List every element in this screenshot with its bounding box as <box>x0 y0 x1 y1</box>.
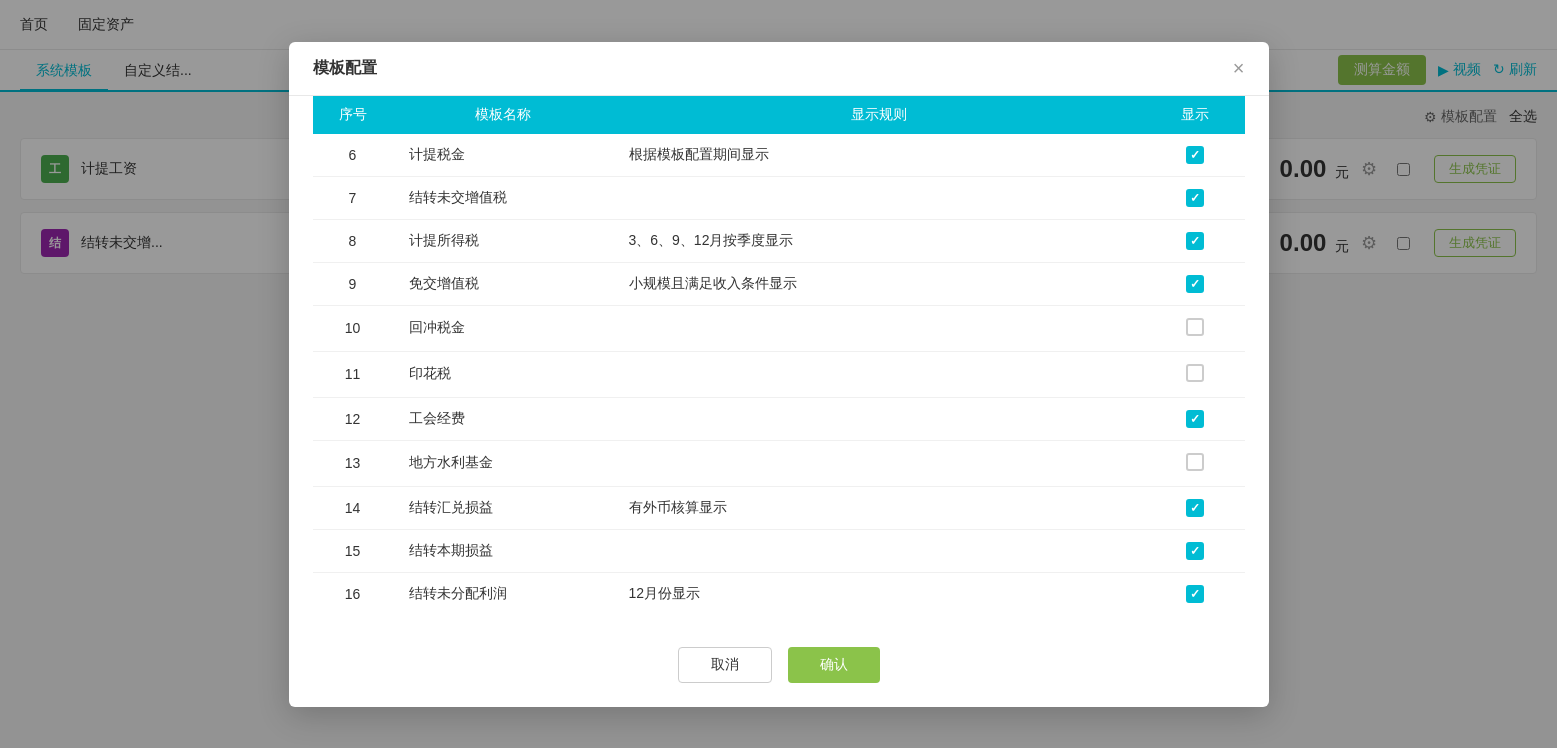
table-header: 序号 模板名称 显示规则 显示 <box>313 96 1245 134</box>
display-checkbox[interactable] <box>1186 146 1204 164</box>
row-rule <box>613 397 1145 440</box>
row-name: 结转汇兑损益 <box>393 486 613 529</box>
display-checkbox[interactable] <box>1186 275 1204 293</box>
row-name: 地方水利基金 <box>393 440 613 486</box>
row-name: 印花税 <box>393 351 613 397</box>
row-rule: 根据模板配置期间显示 <box>613 134 1145 177</box>
row-index: 13 <box>313 440 393 486</box>
row-index: 11 <box>313 351 393 397</box>
table-row: 16结转未分配利润12月份显示 <box>313 572 1245 615</box>
modal-header: 模板配置 × <box>289 42 1269 96</box>
display-checkbox[interactable] <box>1186 410 1204 428</box>
display-checkbox[interactable] <box>1186 453 1204 471</box>
cancel-button[interactable]: 取消 <box>678 647 772 683</box>
row-display <box>1145 351 1245 397</box>
row-display <box>1145 486 1245 529</box>
table-row: 15结转本期损益 <box>313 529 1245 572</box>
display-checkbox[interactable] <box>1186 542 1204 560</box>
table-row: 8计提所得税3、6、9、12月按季度显示 <box>313 219 1245 262</box>
display-checkbox[interactable] <box>1186 499 1204 517</box>
row-index: 7 <box>313 176 393 219</box>
row-name: 免交增值税 <box>393 262 613 305</box>
display-checkbox[interactable] <box>1186 232 1204 250</box>
row-display <box>1145 572 1245 615</box>
row-rule <box>613 305 1145 351</box>
row-display <box>1145 134 1245 177</box>
display-checkbox[interactable] <box>1186 585 1204 603</box>
modal-close-button[interactable]: × <box>1233 58 1245 78</box>
row-name: 回冲税金 <box>393 305 613 351</box>
table-row: 9免交增值税小规模且满足收入条件显示 <box>313 262 1245 305</box>
table-row: 13地方水利基金 <box>313 440 1245 486</box>
row-rule: 小规模且满足收入条件显示 <box>613 262 1145 305</box>
table-row: 11印花税 <box>313 351 1245 397</box>
row-display <box>1145 176 1245 219</box>
table-row: 7结转未交增值税 <box>313 176 1245 219</box>
table-row: 12工会经费 <box>313 397 1245 440</box>
confirm-button[interactable]: 确认 <box>788 647 880 683</box>
col-header-index: 序号 <box>313 96 393 134</box>
row-index: 6 <box>313 134 393 177</box>
row-index: 16 <box>313 572 393 615</box>
col-header-name: 模板名称 <box>393 96 613 134</box>
row-name: 计提税金 <box>393 134 613 177</box>
row-rule <box>613 176 1145 219</box>
modal-overlay: 模板配置 × 序号 模板名称 显示规则 显示 6计提税金根据模板配置期间显示7结… <box>0 0 1557 748</box>
row-index: 8 <box>313 219 393 262</box>
row-index: 9 <box>313 262 393 305</box>
row-display <box>1145 529 1245 572</box>
row-name: 结转未交增值税 <box>393 176 613 219</box>
row-rule: 12月份显示 <box>613 572 1145 615</box>
row-display <box>1145 440 1245 486</box>
table-row: 10回冲税金 <box>313 305 1245 351</box>
row-display <box>1145 219 1245 262</box>
col-header-display: 显示 <box>1145 96 1245 134</box>
row-rule: 有外币核算显示 <box>613 486 1145 529</box>
row-name: 结转本期损益 <box>393 529 613 572</box>
row-index: 10 <box>313 305 393 351</box>
row-index: 15 <box>313 529 393 572</box>
config-table: 序号 模板名称 显示规则 显示 6计提税金根据模板配置期间显示7结转未交增值税8… <box>313 96 1245 615</box>
col-header-rule: 显示规则 <box>613 96 1145 134</box>
row-index: 12 <box>313 397 393 440</box>
row-display <box>1145 397 1245 440</box>
row-rule <box>613 351 1145 397</box>
row-display <box>1145 262 1245 305</box>
display-checkbox[interactable] <box>1186 364 1204 382</box>
display-checkbox[interactable] <box>1186 318 1204 336</box>
row-name: 结转未分配利润 <box>393 572 613 615</box>
modal-title: 模板配置 <box>313 58 377 79</box>
table-row: 6计提税金根据模板配置期间显示 <box>313 134 1245 177</box>
modal-footer: 取消 确认 <box>289 631 1269 707</box>
row-name: 计提所得税 <box>393 219 613 262</box>
row-name: 工会经费 <box>393 397 613 440</box>
row-rule <box>613 529 1145 572</box>
modal-template-config: 模板配置 × 序号 模板名称 显示规则 显示 6计提税金根据模板配置期间显示7结… <box>289 42 1269 707</box>
row-index: 14 <box>313 486 393 529</box>
table-body: 6计提税金根据模板配置期间显示7结转未交增值税8计提所得税3、6、9、12月按季… <box>313 134 1245 615</box>
row-display <box>1145 305 1245 351</box>
row-rule: 3、6、9、12月按季度显示 <box>613 219 1145 262</box>
row-rule <box>613 440 1145 486</box>
modal-body: 序号 模板名称 显示规则 显示 6计提税金根据模板配置期间显示7结转未交增值税8… <box>289 96 1269 631</box>
display-checkbox[interactable] <box>1186 189 1204 207</box>
table-row: 14结转汇兑损益有外币核算显示 <box>313 486 1245 529</box>
